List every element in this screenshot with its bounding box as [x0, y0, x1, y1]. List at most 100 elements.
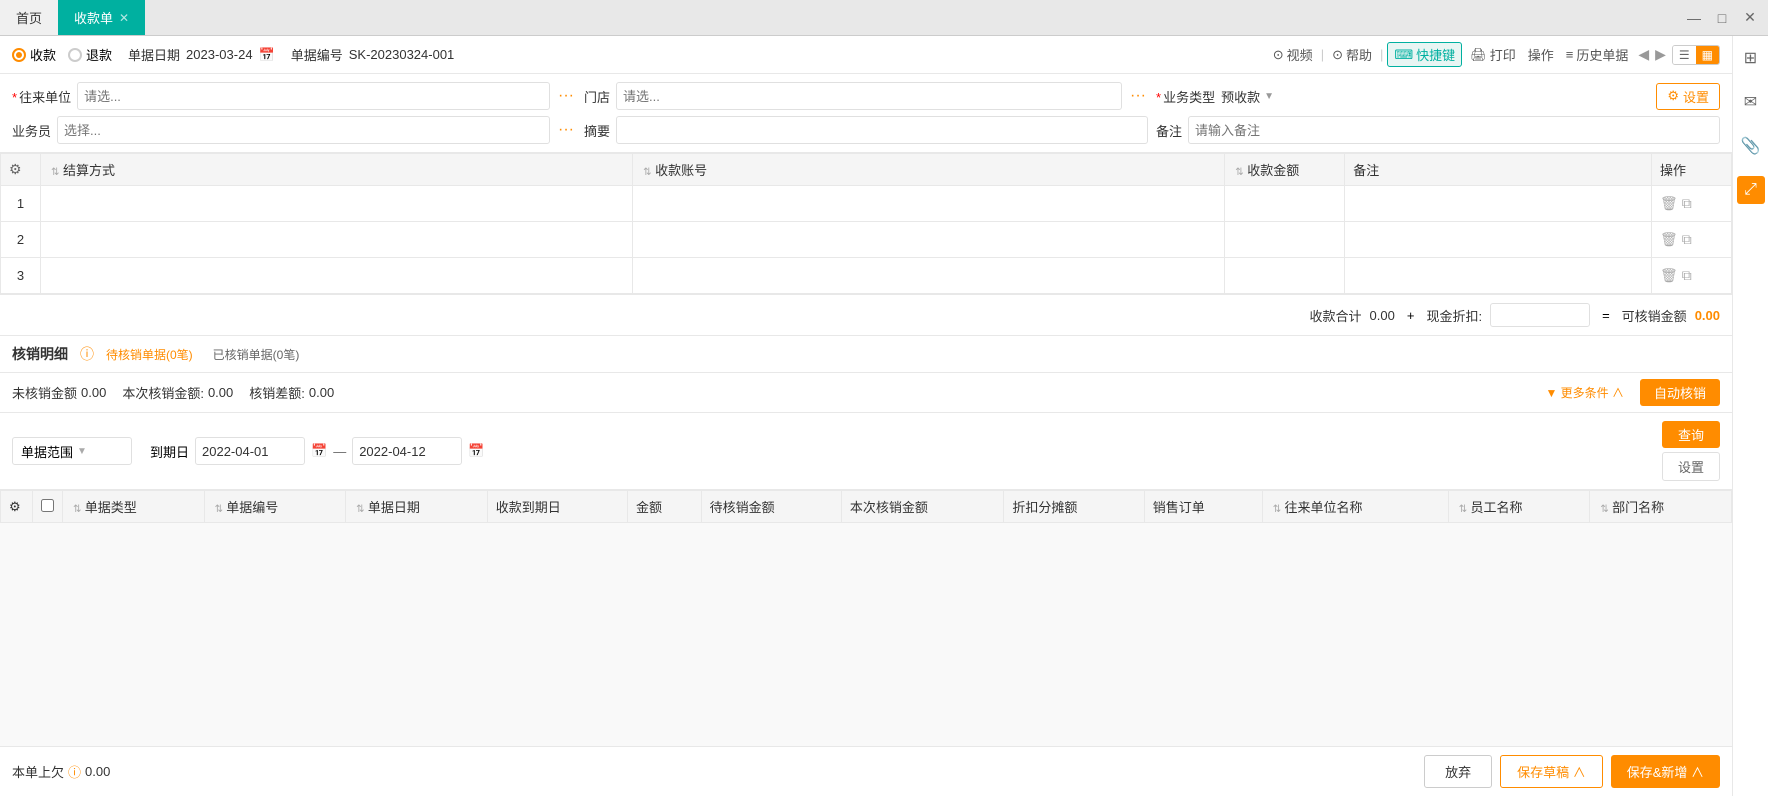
- form-row-2: 业务员 ··· 摘要 备注: [12, 116, 1720, 144]
- row-1-amount[interactable]: [1225, 186, 1345, 222]
- row-2-amount[interactable]: [1225, 222, 1345, 258]
- discard-btn[interactable]: 放弃: [1424, 755, 1492, 788]
- dept-header: 部门名称: [1612, 500, 1664, 515]
- draft-btn[interactable]: 保存草稿 ∧: [1500, 755, 1603, 788]
- partner-input[interactable]: [77, 82, 550, 110]
- row-3-note[interactable]: [1345, 258, 1652, 294]
- row-2-account[interactable]: [633, 222, 1225, 258]
- pending-header: 待核销金额: [710, 500, 775, 515]
- store-label: 门店: [584, 87, 610, 106]
- bottom-gear-icon[interactable]: ⚙: [9, 499, 21, 514]
- settings-outline-btn[interactable]: 设置: [1662, 452, 1720, 481]
- pending-tab[interactable]: 待核销单据(0笔): [106, 346, 193, 363]
- view-toggle: ☰ ▦: [1672, 45, 1720, 65]
- row-3-settlement[interactable]: [41, 258, 633, 294]
- th-gear-bottom[interactable]: ⚙: [1, 491, 33, 523]
- save-new-btn[interactable]: 保存&新增 ∧: [1611, 755, 1720, 788]
- date-to-input[interactable]: [352, 437, 462, 465]
- calendar-icon[interactable]: 📅: [259, 47, 275, 63]
- more-conditions-btn[interactable]: ▼ 更多条件 ∧: [1545, 384, 1624, 401]
- footer-info: 本单上欠 ⓘ 0.00: [12, 762, 110, 781]
- query-btn[interactable]: 查询: [1662, 421, 1720, 448]
- th-checkbox[interactable]: [33, 491, 63, 523]
- row-3-delete-icon[interactable]: 🗑: [1660, 267, 1678, 284]
- verify-info-icon[interactable]: ⓘ: [80, 344, 94, 364]
- row-num-1: 1: [1, 186, 41, 222]
- sidebar-email-icon[interactable]: ✉: [1737, 88, 1765, 116]
- row-1-copy-icon[interactable]: ⧉: [1682, 195, 1692, 212]
- list-view-btn[interactable]: ☰: [1673, 46, 1696, 64]
- row-2-copy-icon[interactable]: ⧉: [1682, 231, 1692, 248]
- store-more-icon[interactable]: ···: [1128, 87, 1148, 105]
- row-2-settlement[interactable]: [41, 222, 633, 258]
- tab-bar: 首页 收款单 ✕ — □ ✕: [0, 0, 1768, 36]
- help-btn[interactable]: ⊙ 帮助: [1328, 43, 1376, 66]
- prev-value: 0.00: [85, 764, 110, 779]
- row-2-delete-icon[interactable]: 🗑: [1660, 231, 1678, 248]
- minimize-btn[interactable]: —: [1684, 8, 1704, 28]
- doc-date-field: 单据日期 2023-03-24 📅: [128, 45, 275, 64]
- row-1-note[interactable]: [1345, 186, 1652, 222]
- verify-toolbar: 单据范围 ▼ 到期日 📅 — 📅 查询 设置: [0, 413, 1732, 490]
- store-input[interactable]: [616, 82, 1122, 110]
- range-select[interactable]: 单据范围 ▼: [12, 437, 132, 465]
- next-arrow[interactable]: ▶: [1653, 46, 1668, 63]
- diff-stat: 核销差额: 0.00: [249, 383, 334, 402]
- home-tab-label: 首页: [16, 8, 42, 27]
- business-type-select[interactable]: 预收款 ▼: [1221, 87, 1650, 106]
- radio-refund[interactable]: 退款: [68, 45, 112, 64]
- th-doc-type: ⇅ 单据类型: [63, 491, 205, 523]
- row-3-amount[interactable]: [1225, 258, 1345, 294]
- th-gear[interactable]: ⚙: [1, 154, 41, 186]
- row-3-copy-icon[interactable]: ⧉: [1682, 267, 1692, 284]
- row-1-settlement[interactable]: [41, 186, 633, 222]
- sidebar-clip-icon[interactable]: 📎: [1737, 132, 1765, 160]
- discount-input[interactable]: [1490, 303, 1590, 327]
- prev-arrow[interactable]: ◀: [1636, 46, 1651, 63]
- prev-label: 本单上欠: [12, 762, 64, 781]
- page-footer: 本单上欠 ⓘ 0.00 放弃 保存草稿 ∧ 保存&新增 ∧: [0, 746, 1732, 796]
- summary-input[interactable]: [616, 116, 1148, 144]
- date-to-calendar-icon[interactable]: 📅: [468, 443, 484, 459]
- verify-header: 核销明细 ⓘ 待核销单据(0笔) 已核销单据(0笔): [0, 336, 1732, 373]
- grid-view-btn[interactable]: ▦: [1696, 46, 1719, 64]
- info-icon[interactable]: ⓘ: [68, 762, 81, 781]
- operate-btn[interactable]: 操作: [1524, 43, 1558, 66]
- partner-more-icon[interactable]: ···: [556, 87, 576, 105]
- date-from-input[interactable]: [195, 437, 305, 465]
- doc-date-value[interactable]: 2023-03-24: [186, 47, 253, 62]
- staff-more-icon[interactable]: ···: [556, 121, 576, 139]
- th-amount: ⇅ 收款金额: [1225, 154, 1345, 186]
- done-tab[interactable]: 已核销单据(0笔): [213, 346, 300, 363]
- row-1-account[interactable]: [633, 186, 1225, 222]
- radio-collection[interactable]: 收款: [12, 45, 56, 64]
- sidebar-expand-icon[interactable]: ⤢: [1737, 176, 1765, 204]
- staff-input[interactable]: [57, 116, 550, 144]
- auto-verify-btn[interactable]: 自动核销: [1640, 379, 1720, 406]
- maximize-btn[interactable]: □: [1712, 8, 1732, 28]
- row-2-note[interactable]: [1345, 222, 1652, 258]
- partner-bottom-header: 往来单位名称: [1285, 500, 1363, 515]
- receipt-tab-close[interactable]: ✕: [119, 11, 129, 25]
- close-btn[interactable]: ✕: [1740, 8, 1760, 28]
- select-all-checkbox[interactable]: [41, 499, 54, 512]
- shortcut-btn[interactable]: ⌨ 快捷键: [1387, 42, 1462, 67]
- verify-title: 核销明细: [12, 344, 68, 364]
- doc-no-value[interactable]: SK-20230324-001: [349, 47, 455, 62]
- doc-no-label: 单据编号: [291, 45, 343, 64]
- date-from-calendar-icon[interactable]: 📅: [311, 443, 327, 459]
- order-header: 销售订单: [1153, 500, 1205, 515]
- tab-home[interactable]: 首页: [0, 0, 58, 35]
- setting-btn[interactable]: ⚙ 设置: [1656, 83, 1720, 110]
- row-1-delete-icon[interactable]: 🗑: [1660, 195, 1678, 212]
- note-input[interactable]: [1188, 116, 1720, 144]
- sidebar-table-icon[interactable]: ⊞: [1737, 44, 1765, 72]
- history-btn[interactable]: ≡ 历史单据: [1562, 43, 1633, 66]
- table-gear-icon[interactable]: ⚙: [9, 161, 22, 177]
- row-3-account[interactable]: [633, 258, 1225, 294]
- gear-icon: ⚙: [1667, 88, 1679, 104]
- range-chevron: ▼: [77, 446, 87, 457]
- video-btn[interactable]: ⊙ 视频: [1269, 43, 1317, 66]
- print-btn[interactable]: 🖨 打印: [1466, 43, 1520, 66]
- tab-receipt[interactable]: 收款单 ✕: [58, 0, 145, 35]
